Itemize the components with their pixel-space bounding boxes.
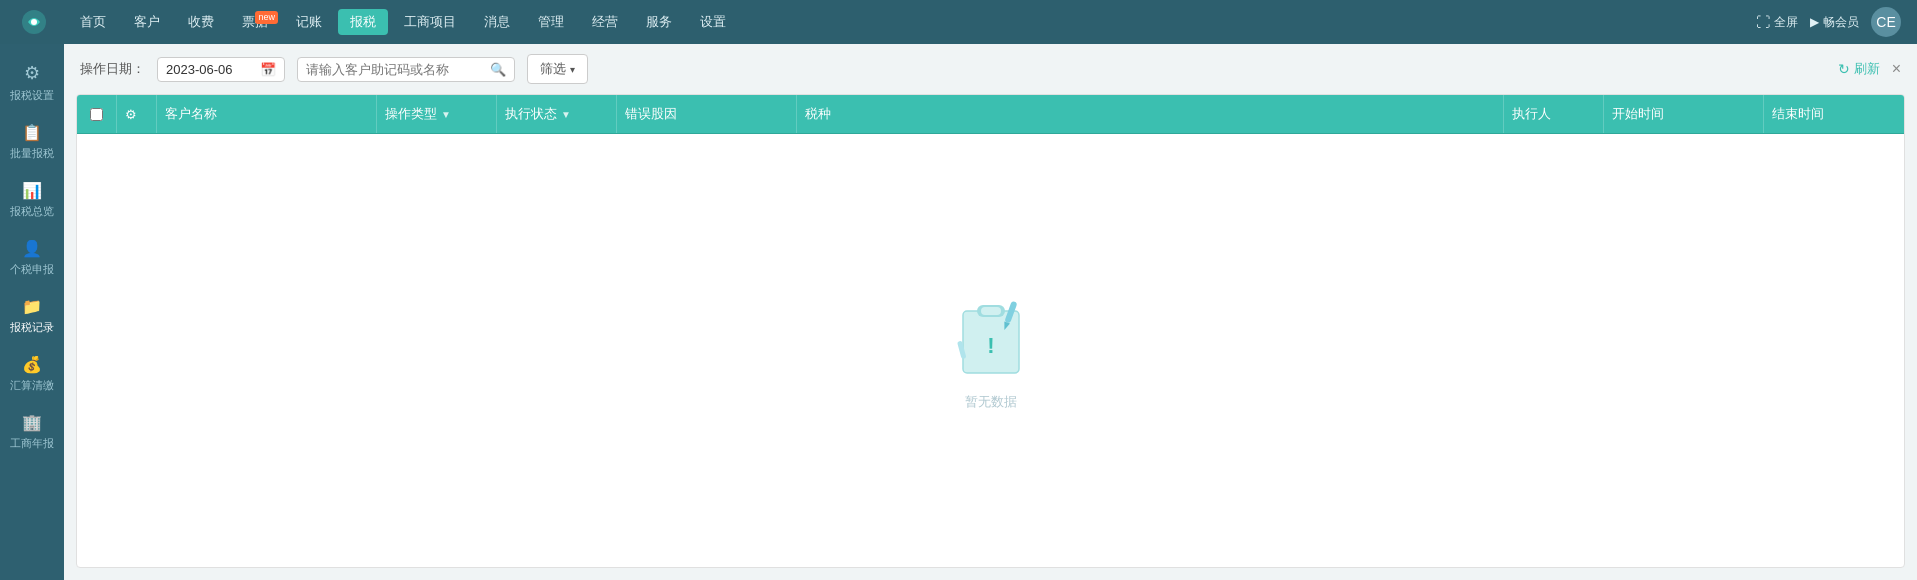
fullscreen-icon: ⛶ xyxy=(1756,14,1770,30)
th-tax-type-label: 税种 xyxy=(805,105,831,123)
sidebar-label-annual-report: 工商年报 xyxy=(10,436,54,451)
th-settings[interactable]: ⚙ xyxy=(117,95,157,133)
content-area: 操作日期： 📅 🔍 筛选 ▾ ↻ 刷新 × xyxy=(64,44,1917,580)
sidebar-label-settlement: 汇算清缴 xyxy=(10,378,54,393)
refresh-button[interactable]: ↻ 刷新 xyxy=(1838,60,1880,78)
search-icon: 🔍 xyxy=(490,62,506,77)
close-button[interactable]: × xyxy=(1892,60,1901,78)
tax-settings-icon: ⚙ xyxy=(24,62,40,84)
nav-service[interactable]: 服务 xyxy=(634,9,684,35)
nav-manage[interactable]: 管理 xyxy=(526,9,576,35)
tax-records-icon: 📁 xyxy=(22,297,42,316)
settlement-icon: 💰 xyxy=(22,355,42,374)
sidebar-item-tax-records[interactable]: 📁 报税记录 xyxy=(0,287,64,345)
tax-overview-icon: 📊 xyxy=(22,181,42,200)
th-end-time-label: 结束时间 xyxy=(1772,105,1824,123)
fullscreen-label: 全屏 xyxy=(1774,14,1798,31)
avatar[interactable]: CE xyxy=(1871,7,1901,37)
search-wrapper[interactable]: 🔍 xyxy=(297,57,515,82)
nav-home[interactable]: 首页 xyxy=(68,9,118,35)
settings-icon: ⚙ xyxy=(125,107,137,122)
th-start-time-label: 开始时间 xyxy=(1612,105,1664,123)
sidebar-label-batch-tax: 批量报税 xyxy=(10,146,54,161)
th-exec-status[interactable]: 执行状态 ▼ xyxy=(497,95,617,133)
th-customer-name-label: 客户名称 xyxy=(165,105,217,123)
nav-fees[interactable]: 收费 xyxy=(176,9,226,35)
batch-tax-icon: 📋 xyxy=(22,123,42,142)
personal-tax-icon: 👤 xyxy=(22,239,42,258)
table-header: ⚙ 客户名称 操作类型 ▼ 执行状态 ▼ 错误股因 税种 xyxy=(77,95,1904,134)
th-operation-type-label: 操作类型 xyxy=(385,105,437,123)
date-label: 操作日期： xyxy=(80,60,145,78)
svg-point-1 xyxy=(31,19,37,25)
member-btn[interactable]: ▶ 畅会员 xyxy=(1810,14,1859,31)
svg-text:!: ! xyxy=(987,333,994,358)
fullscreen-btn[interactable]: ⛶ 全屏 xyxy=(1756,14,1798,31)
sidebar-label-personal-tax: 个税申报 xyxy=(10,262,54,277)
empty-text: 暂无数据 xyxy=(965,393,1017,411)
nav-customer[interactable]: 客户 xyxy=(122,9,172,35)
play-icon: ▶ xyxy=(1810,15,1819,29)
nav-ops[interactable]: 经营 xyxy=(580,9,630,35)
refresh-icon: ↻ xyxy=(1838,61,1850,77)
th-executor: 执行人 xyxy=(1504,95,1604,133)
sidebar-label-tax-records: 报税记录 xyxy=(10,320,54,335)
new-badge: new xyxy=(255,11,278,24)
nav-messages[interactable]: 消息 xyxy=(472,9,522,35)
sidebar-item-annual-report[interactable]: 🏢 工商年报 xyxy=(0,403,64,461)
member-label: 畅会员 xyxy=(1823,14,1859,31)
sidebar-item-tax-overview[interactable]: 📊 报税总览 xyxy=(0,171,64,229)
chevron-down-icon: ▾ xyxy=(570,64,575,75)
th-end-time: 结束时间 xyxy=(1764,95,1904,133)
nav-tax[interactable]: 报税 xyxy=(338,9,388,35)
sidebar-label-tax-settings: 报税设置 xyxy=(10,88,54,103)
logo[interactable] xyxy=(16,4,52,40)
date-input-wrapper[interactable]: 📅 xyxy=(157,57,285,82)
nav-settings[interactable]: 设置 xyxy=(688,9,738,35)
th-start-time: 开始时间 xyxy=(1604,95,1764,133)
refresh-label: 刷新 xyxy=(1854,60,1880,78)
filter-label: 筛选 xyxy=(540,60,566,78)
sidebar-label-tax-overview: 报税总览 xyxy=(10,204,54,219)
toolbar: 操作日期： 📅 🔍 筛选 ▾ ↻ 刷新 × xyxy=(64,44,1917,94)
sidebar-item-personal-tax[interactable]: 👤 个税申报 xyxy=(0,229,64,287)
search-input[interactable] xyxy=(306,62,486,77)
th-checkbox[interactable] xyxy=(77,95,117,133)
toolbar-right: ↻ 刷新 × xyxy=(1838,60,1901,78)
nav-tickets[interactable]: 票据 new xyxy=(230,9,280,35)
annual-report-icon: 🏢 xyxy=(22,413,42,432)
date-input[interactable] xyxy=(166,62,256,77)
th-executor-label: 执行人 xyxy=(1512,105,1551,123)
th-error-reason: 错误股因 xyxy=(617,95,797,133)
filter-button[interactable]: 筛选 ▾ xyxy=(527,54,588,84)
sidebar-item-settlement[interactable]: 💰 汇算清缴 xyxy=(0,345,64,403)
select-all-checkbox[interactable] xyxy=(90,108,103,121)
svg-rect-4 xyxy=(981,307,1001,315)
sort-exec-icon: ▼ xyxy=(561,109,571,120)
th-exec-status-label: 执行状态 xyxy=(505,105,557,123)
calendar-icon: 📅 xyxy=(260,62,276,77)
sort-operation-icon: ▼ xyxy=(441,109,451,120)
nav-bookkeeping[interactable]: 记账 xyxy=(284,9,334,35)
nav-items: 首页 客户 收费 票据 new 记账 报税 工商项目 消息 管理 经营 服务 设… xyxy=(68,9,1756,35)
th-tax-type: 税种 xyxy=(797,95,1504,133)
th-operation-type[interactable]: 操作类型 ▼ xyxy=(377,95,497,133)
table-container: ⚙ 客户名称 操作类型 ▼ 执行状态 ▼ 错误股因 税种 xyxy=(76,94,1905,568)
sidebar: ⚙ 报税设置 📋 批量报税 📊 报税总览 👤 个税申报 📁 报税记录 💰 汇算清… xyxy=(0,44,64,580)
nav-business[interactable]: 工商项目 xyxy=(392,9,468,35)
sidebar-item-tax-settings[interactable]: ⚙ 报税设置 xyxy=(0,52,64,113)
sidebar-item-batch-tax[interactable]: 📋 批量报税 xyxy=(0,113,64,171)
th-customer-name: 客户名称 xyxy=(157,95,377,133)
th-error-reason-label: 错误股因 xyxy=(625,105,677,123)
top-nav-right: ⛶ 全屏 ▶ 畅会员 CE xyxy=(1756,7,1901,37)
top-nav: 首页 客户 收费 票据 new 记账 报税 工商项目 消息 管理 经营 服务 设… xyxy=(0,0,1917,44)
main-layout: ⚙ 报税设置 📋 批量报税 📊 报税总览 👤 个税申报 📁 报税记录 💰 汇算清… xyxy=(0,44,1917,580)
empty-state: ! 暂无数据 xyxy=(77,134,1904,567)
